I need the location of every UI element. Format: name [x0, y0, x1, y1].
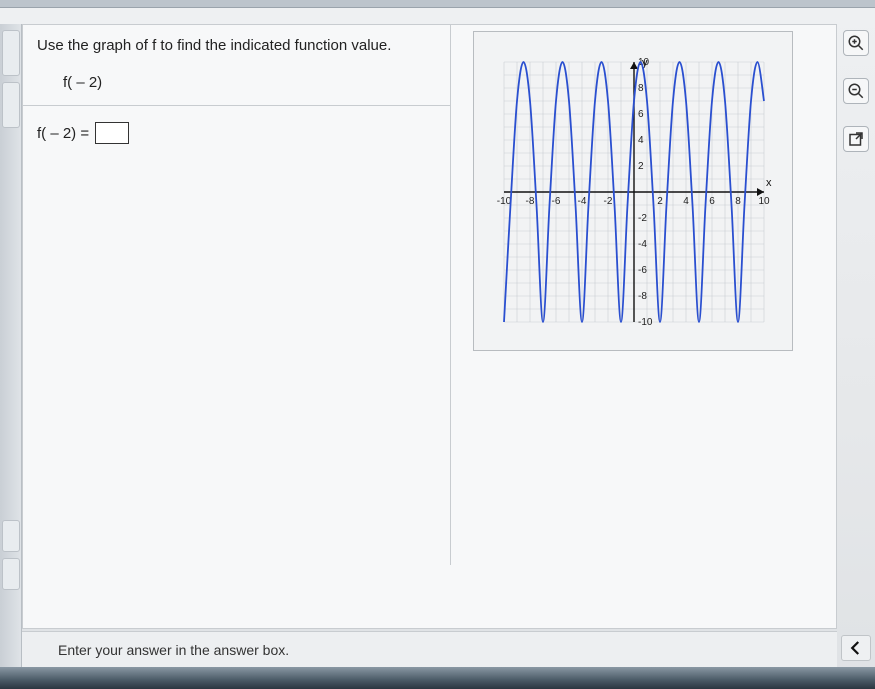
zoom-out-icon: [847, 82, 865, 100]
popout-icon: [847, 130, 865, 148]
svg-text:-8: -8: [526, 196, 535, 207]
gutter-block: [2, 30, 20, 76]
svg-text:-6: -6: [552, 196, 561, 207]
svg-text:8: 8: [735, 196, 741, 207]
answer-row: f( – 2) =: [37, 122, 438, 144]
svg-text:x: x: [766, 177, 772, 189]
question-column: Use the graph of f to find the indicated…: [23, 25, 451, 565]
answer-label: f( – 2) =: [37, 125, 89, 142]
svg-text:2: 2: [657, 196, 663, 207]
zoom-in-button[interactable]: [843, 30, 869, 56]
svg-text:4: 4: [638, 135, 644, 146]
page: Use the graph of f to find the indicated…: [0, 0, 875, 689]
gutter-block: [2, 558, 20, 590]
answer-input[interactable]: [95, 122, 129, 144]
question-block: Use the graph of f to find the indicated…: [23, 25, 450, 106]
gutter-block: [2, 82, 20, 128]
zoom-in-icon: [847, 34, 865, 52]
graph-svg: -10-8-6-4-2246810-10-8-6-4-2246810xy: [474, 32, 793, 351]
popout-button[interactable]: [843, 126, 869, 152]
zoom-out-button[interactable]: [843, 78, 869, 104]
graph-column: -10-8-6-4-2246810-10-8-6-4-2246810xy: [451, 25, 836, 565]
answer-block: f( – 2) =: [23, 106, 450, 158]
tool-rail: [841, 30, 871, 152]
left-gutter: [0, 24, 22, 667]
chevron-left-icon: [847, 639, 865, 657]
svg-text:2: 2: [638, 161, 644, 172]
svg-text:-2: -2: [604, 196, 613, 207]
footer-bar: Enter your answer in the answer box.: [22, 631, 837, 667]
svg-text:-10: -10: [638, 317, 653, 328]
svg-text:-10: -10: [497, 196, 512, 207]
svg-text:-2: -2: [638, 213, 647, 224]
svg-text:-4: -4: [638, 239, 647, 250]
question-prompt: Use the graph of f to find the indicated…: [37, 35, 438, 56]
gutter-block: [2, 520, 20, 552]
footer-hint: Enter your answer in the answer box.: [58, 642, 289, 658]
svg-text:-8: -8: [638, 291, 647, 302]
svg-text:6: 6: [638, 109, 644, 120]
taskbar-strip: [0, 667, 875, 689]
columns: Use the graph of f to find the indicated…: [23, 25, 836, 565]
svg-text:-6: -6: [638, 265, 647, 276]
graph-panel: -10-8-6-4-2246810-10-8-6-4-2246810xy: [473, 31, 793, 351]
svg-text:8: 8: [638, 83, 644, 94]
svg-text:6: 6: [709, 196, 715, 207]
svg-text:-4: -4: [578, 196, 587, 207]
question-target: f( – 2): [63, 74, 438, 91]
window-titlebar: [0, 0, 875, 8]
next-button[interactable]: [841, 635, 871, 661]
content-panel: Use the graph of f to find the indicated…: [22, 24, 837, 629]
svg-text:4: 4: [683, 196, 689, 207]
svg-text:10: 10: [758, 196, 770, 207]
